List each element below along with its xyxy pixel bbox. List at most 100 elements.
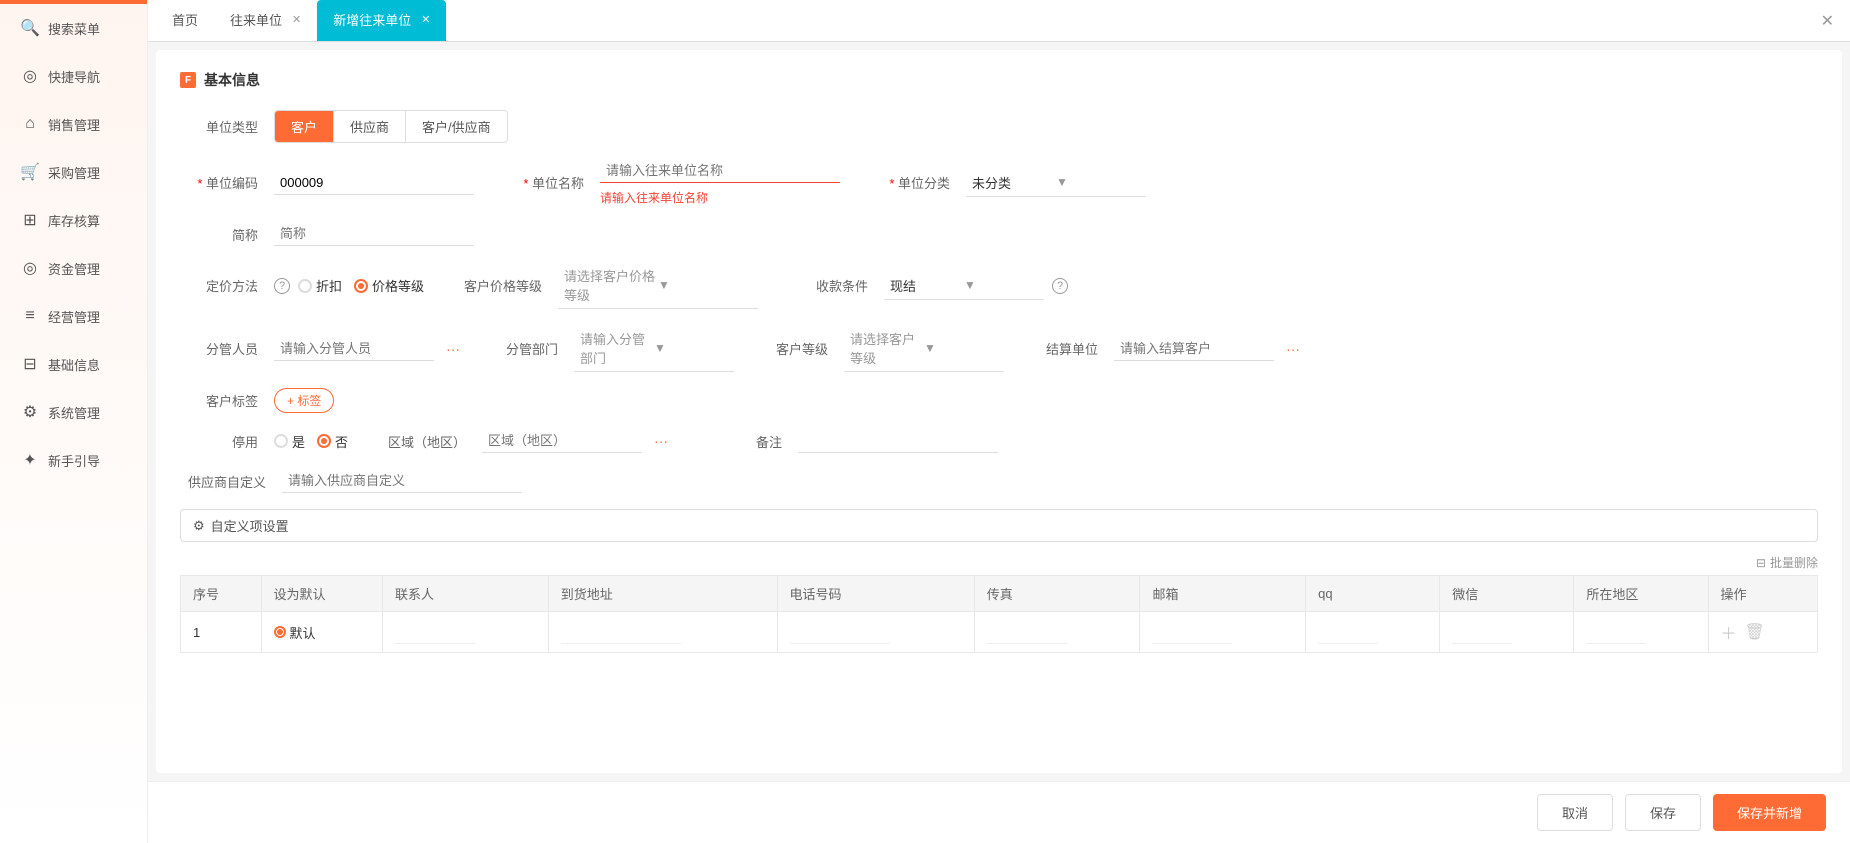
sidebar-item-system[interactable]: ⚙ 系统管理 xyxy=(4,390,143,434)
sidebar-item-label: 新手引导 xyxy=(48,451,100,470)
tab-partners-close[interactable]: ✕ xyxy=(292,13,301,26)
settlement-input[interactable] xyxy=(1114,337,1274,361)
system-icon: ⚙ xyxy=(20,402,40,422)
remark-input[interactable] xyxy=(798,429,998,453)
basic-icon: ⊟ xyxy=(20,354,40,374)
cell-fax xyxy=(974,612,1140,653)
type-btn-customer[interactable]: 客户 xyxy=(275,111,334,142)
sidebar-item-purchase[interactable]: 🛒 采购管理 xyxy=(4,150,143,194)
custom-settings-label: 自定义项设置 xyxy=(211,516,289,535)
unit-category-value: 未分类 xyxy=(972,173,1056,192)
fax-input[interactable] xyxy=(987,620,1067,644)
tab-home-label: 首页 xyxy=(172,10,198,29)
save-new-button[interactable]: 保存并新增 xyxy=(1713,794,1826,831)
custom-settings-button[interactable]: ⚙ 自定义项设置 xyxy=(180,509,1818,542)
disabled-row: 停用 是 否 区域（地区） ··· 备注 xyxy=(188,429,1810,453)
supplier-custom-row: 供应商自定义 xyxy=(188,469,1810,493)
tag-add-button[interactable]: + 标签 xyxy=(274,388,334,413)
pricing-level-radio[interactable] xyxy=(354,279,368,293)
col-seq: 序号 xyxy=(181,576,262,612)
customer-price-label: 客户价格等级 xyxy=(464,276,542,295)
section-title: 基本信息 xyxy=(204,70,260,90)
type-btn-both[interactable]: 客户/供应商 xyxy=(406,111,507,142)
col-contact: 联系人 xyxy=(383,576,549,612)
save-button[interactable]: 保存 xyxy=(1625,794,1701,831)
code-name-row: 单位编码 单位名称 请输入往来单位名称 单位分类 未分类 ▼ xyxy=(188,159,1810,206)
wechat-input[interactable] xyxy=(1452,620,1512,644)
payment-terms-select[interactable]: 现结 ▼ xyxy=(884,272,1044,300)
sidebar-item-label: 搜索菜单 xyxy=(48,19,100,38)
pricing-level-option[interactable]: 价格等级 xyxy=(354,276,424,295)
settlement-more-icon[interactable]: ··· xyxy=(1282,341,1304,357)
tab-new-partner-close[interactable]: ✕ xyxy=(421,13,430,26)
unit-category-select[interactable]: 未分类 ▼ xyxy=(966,169,1146,197)
default-radio[interactable] xyxy=(274,626,286,638)
sidebar-item-quicknav[interactable]: ◎ 快捷导航 xyxy=(4,54,143,98)
customer-level-select[interactable]: 请选择客户等级 ▼ xyxy=(844,325,1004,372)
qq-input[interactable] xyxy=(1318,620,1378,644)
pricing-label: 定价方法 xyxy=(188,276,258,295)
unit-name-input[interactable] xyxy=(600,159,840,183)
phone-input[interactable] xyxy=(790,620,890,644)
customer-price-select[interactable]: 请选择客户价格等级 ▼ xyxy=(558,262,758,309)
main-close-button[interactable]: ✕ xyxy=(1813,7,1842,35)
sidebar: 🔍 搜索菜单 ◎ 快捷导航 ⌂ 销售管理 🛒 采购管理 ⊞ 库存核算 ◎ 资金管… xyxy=(0,0,148,843)
manager-input[interactable] xyxy=(274,337,434,361)
tab-partners-label: 往来单位 xyxy=(230,10,282,29)
region-more-icon[interactable]: ··· xyxy=(650,433,672,449)
tag-label: 客户标签 xyxy=(188,391,258,410)
sales-icon: ⌂ xyxy=(20,114,40,134)
region-input[interactable] xyxy=(482,429,642,453)
footer-bar: 取消 保存 保存并新增 xyxy=(148,781,1850,843)
sidebar-item-basic[interactable]: ⊟ 基础信息 xyxy=(4,342,143,386)
disabled-label: 停用 xyxy=(188,432,258,451)
cell-seq: 1 xyxy=(181,612,262,653)
tab-new-partner[interactable]: 新增往来单位 ✕ xyxy=(317,0,446,41)
payment-arrow-icon: ▼ xyxy=(964,278,1038,292)
cancel-button[interactable]: 取消 xyxy=(1537,794,1613,831)
address-input[interactable] xyxy=(561,620,681,644)
payment-help-icon[interactable]: ? xyxy=(1052,278,1068,294)
add-row-icon[interactable]: ＋ xyxy=(1721,620,1737,644)
row-region-input[interactable] xyxy=(1586,620,1646,644)
pricing-level-label: 价格等级 xyxy=(372,276,424,295)
manager-row: 分管人员 ··· 分管部门 请输入分管部门 ▼ 客户等级 请选择客户等级 ▼ 结… xyxy=(188,325,1810,372)
tab-home[interactable]: 首页 xyxy=(156,0,214,41)
pricing-discount-radio[interactable] xyxy=(298,279,312,293)
pricing-help-icon[interactable]: ? xyxy=(274,278,290,294)
payment-terms-value: 现结 xyxy=(890,276,964,295)
unit-type-row: 单位类型 客户 供应商 客户/供应商 xyxy=(188,110,1810,143)
sidebar-item-search[interactable]: 🔍 搜索菜单 xyxy=(4,6,143,50)
sidebar-item-finance[interactable]: ◎ 资金管理 xyxy=(4,246,143,290)
disabled-yes-radio[interactable] xyxy=(274,434,288,448)
cell-phone xyxy=(777,612,974,653)
unit-code-label: 单位编码 xyxy=(188,173,258,192)
disabled-radio-group: 是 否 xyxy=(274,432,348,451)
email-input[interactable] xyxy=(1152,620,1232,644)
unit-category-label: 单位分类 xyxy=(880,173,950,192)
supplier-custom-input[interactable] xyxy=(282,469,522,493)
batch-delete-area[interactable]: ⊟ 批量删除 xyxy=(180,554,1818,571)
tab-partners[interactable]: 往来单位 ✕ xyxy=(214,0,317,41)
pricing-discount-option[interactable]: 折扣 xyxy=(298,276,342,295)
sidebar-item-guide[interactable]: ✦ 新手引导 xyxy=(4,438,143,482)
disabled-no-radio[interactable] xyxy=(317,434,331,448)
disabled-yes-option[interactable]: 是 xyxy=(274,432,305,451)
cell-default[interactable]: 默认 xyxy=(261,612,383,653)
customer-level-label: 客户等级 xyxy=(758,339,828,358)
dept-select[interactable]: 请输入分管部门 ▼ xyxy=(574,325,734,372)
delete-row-icon[interactable]: 🗑 xyxy=(1745,622,1765,642)
quicknav-icon: ◎ xyxy=(20,66,40,86)
sidebar-item-operations[interactable]: ≡ 经营管理 xyxy=(4,294,143,338)
unit-code-input[interactable] xyxy=(274,171,474,195)
cell-email xyxy=(1140,612,1306,653)
type-btn-supplier[interactable]: 供应商 xyxy=(334,111,406,142)
cell-qq xyxy=(1306,612,1440,653)
table-header-row: 序号 设为默认 联系人 到货地址 电话号码 传真 邮箱 qq 微信 所在地区 操… xyxy=(181,576,1818,612)
sidebar-item-inventory[interactable]: ⊞ 库存核算 xyxy=(4,198,143,242)
abbrev-input[interactable] xyxy=(274,222,474,246)
contact-input[interactable] xyxy=(395,620,475,644)
disabled-no-option[interactable]: 否 xyxy=(317,432,348,451)
sidebar-item-sales[interactable]: ⌂ 销售管理 xyxy=(4,102,143,146)
manager-more-icon[interactable]: ··· xyxy=(442,341,464,357)
